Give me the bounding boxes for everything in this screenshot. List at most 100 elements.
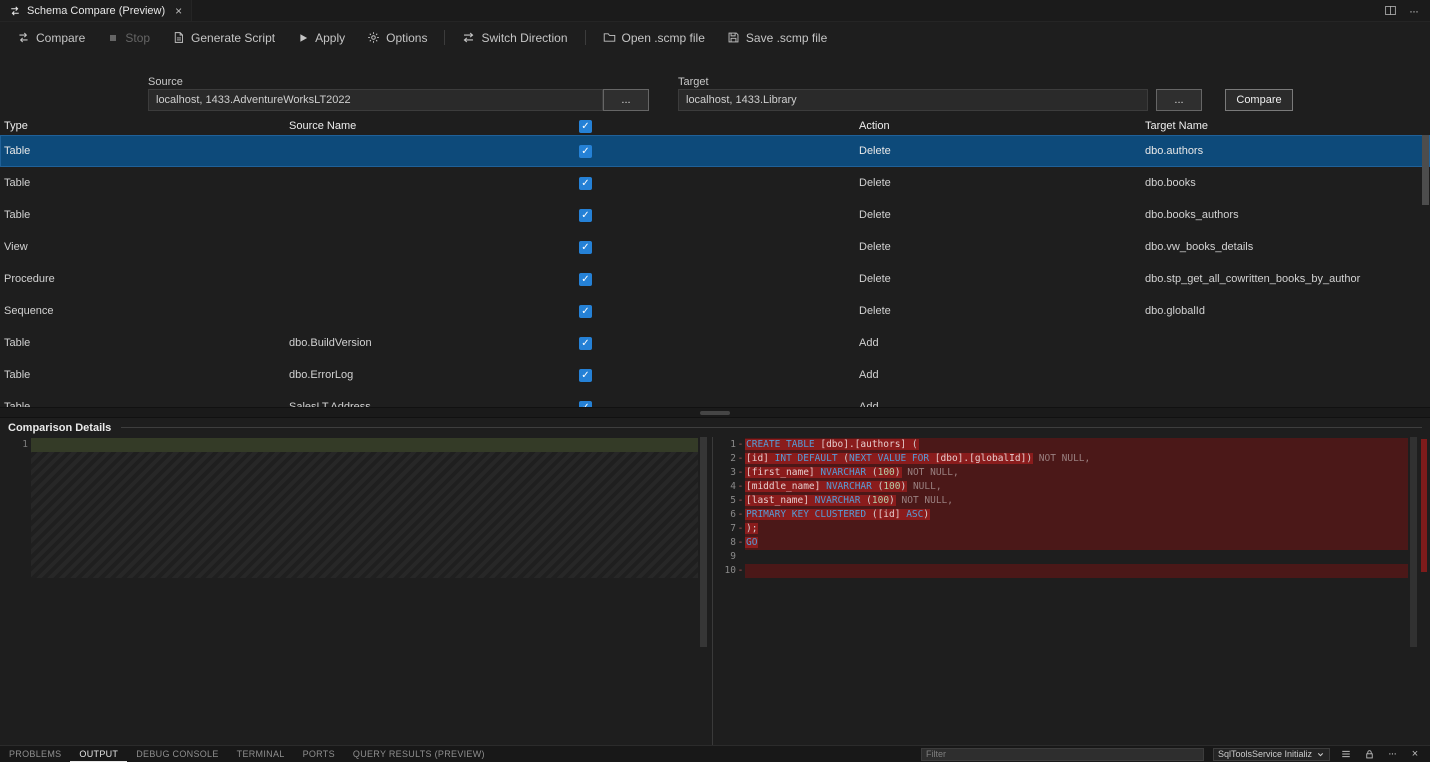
cell-include: ✓ (575, 337, 855, 350)
diff-right-line: 3-[first_name] NVARCHAR (100) NOT NULL, (716, 466, 1408, 480)
grid-scrollbar[interactable] (1422, 135, 1429, 205)
include-checkbox[interactable]: ✓ (579, 209, 592, 222)
toolbar-button-apply[interactable]: Apply (286, 26, 356, 50)
views-icon[interactable] (1339, 747, 1353, 761)
diff-right-line: 1-CREATE TABLE [dbo].[authors] ( (716, 438, 1408, 452)
line-content: ); (745, 522, 1408, 536)
output-channel-label: SqlToolsService Initializ (1218, 749, 1312, 759)
toolbar-button-label: Save .scmp file (746, 31, 827, 45)
panel-tab-terminal[interactable]: TERMINAL (228, 746, 294, 762)
line-content: CREATE TABLE [dbo].[authors] ( (745, 438, 1408, 452)
diff-right-scrollbar[interactable] (1410, 437, 1417, 647)
diff-removed-marker: - (736, 508, 745, 522)
tab-schema-compare[interactable]: Schema Compare (Preview) × (0, 0, 192, 21)
lock-auto-scroll-icon[interactable] (1362, 747, 1376, 761)
table-row[interactable]: TableSalesLT.Address✓Add (0, 391, 1430, 407)
include-checkbox[interactable]: ✓ (579, 145, 592, 158)
cell-target-name: dbo.stp_get_all_cowritten_books_by_autho… (1141, 273, 1430, 285)
diff-removed-marker: - (736, 564, 745, 578)
include-checkbox[interactable]: ✓ (579, 369, 592, 382)
cell-target-name: dbo.authors (1141, 145, 1430, 157)
source-browse-button[interactable]: ... (603, 89, 649, 111)
cell-action: Add (855, 337, 1141, 349)
toolbar-button-generate-script[interactable]: Generate Script (161, 26, 286, 50)
toolbar-button-label: Stop (125, 31, 150, 45)
table-row[interactable]: Table✓Deletedbo.books_authors (0, 199, 1430, 231)
column-header-action[interactable]: Action (855, 120, 1141, 132)
editor-actions: ··· (1384, 0, 1430, 21)
cell-action: Delete (855, 305, 1141, 317)
include-checkbox[interactable]: ✓ (579, 337, 592, 350)
diff-right-pane: 1-CREATE TABLE [dbo].[authors] (2-[id] I… (716, 438, 1408, 745)
include-checkbox[interactable]: ✓ (579, 273, 592, 286)
comparison-details-section: Comparison Details 1 1-CREATE TABLE [dbo… (0, 418, 1430, 745)
toolbar: Compare Stop Generate ScriptApplyOptions Sw… (0, 22, 1430, 53)
cell-type: Table (0, 145, 285, 157)
diff-removed-marker: - (736, 494, 745, 508)
table-row[interactable]: Sequence✓Deletedbo.globalId (0, 295, 1430, 327)
diff-removed-marker: - (736, 466, 745, 480)
column-header-source-name[interactable]: Source Name (285, 120, 575, 132)
panel-tab-ports[interactable]: PORTS (294, 746, 344, 762)
table-row[interactable]: Table✓Deletedbo.books (0, 167, 1430, 199)
grid-header: Type Source Name ✓ Action Target Name (0, 117, 1430, 135)
close-panel-icon[interactable]: × (1408, 747, 1422, 761)
include-checkbox[interactable]: ✓ (579, 241, 592, 254)
compare-button[interactable]: Compare (1225, 89, 1293, 111)
toolbar-button-label: Switch Direction (481, 31, 567, 45)
toolbar-button-compare[interactable]: Compare (6, 26, 96, 50)
header-rule (121, 427, 1422, 428)
cell-include: ✓ (575, 305, 855, 318)
line-number: 8 (716, 536, 736, 550)
splitter-sash[interactable] (0, 407, 1430, 418)
line-number: 9 (716, 550, 736, 564)
select-all-checkbox[interactable]: ✓ (579, 120, 592, 133)
bottom-panel-bar: PROBLEMSOUTPUTDEBUG CONSOLETERMINALPORTS… (0, 745, 1430, 762)
diff-removed-marker: - (736, 480, 745, 494)
diff-left-scrollbar[interactable] (700, 437, 707, 647)
close-tab-icon[interactable]: × (175, 4, 182, 18)
cell-action: Delete (855, 177, 1141, 189)
column-header-type[interactable]: Type (0, 120, 285, 132)
editor-tab-bar: Schema Compare (Preview) × ··· (0, 0, 1430, 22)
splitter-grip[interactable] (700, 411, 730, 415)
toolbar-button-options[interactable]: Options (356, 26, 438, 50)
target-input[interactable] (678, 89, 1148, 111)
cell-include: ✓ (575, 369, 855, 382)
toolbar-button-switch-direction[interactable]: Switch Direction (451, 26, 578, 50)
options-icon (367, 31, 380, 44)
toolbar-button-open-scmp-file[interactable]: Open .scmp file (592, 26, 716, 50)
cell-action: Delete (855, 273, 1141, 285)
panel-tab-problems[interactable]: PROBLEMS (0, 746, 70, 762)
table-row[interactable]: Tabledbo.ErrorLog✓Add (0, 359, 1430, 391)
line-number: 3 (716, 466, 736, 480)
panel-tab-output[interactable]: OUTPUT (70, 746, 127, 762)
table-row[interactable]: Table✓Deletedbo.authors (0, 135, 1430, 167)
line-number: 6 (716, 508, 736, 522)
cell-action: Delete (855, 241, 1141, 253)
cell-action: Add (855, 369, 1141, 381)
include-checkbox[interactable]: ✓ (579, 177, 592, 190)
table-row[interactable]: Tabledbo.BuildVersion✓Add (0, 327, 1430, 359)
column-header-target-name[interactable]: Target Name (1141, 120, 1430, 132)
diff-pane-divider (712, 437, 713, 745)
column-header-include: ✓ (575, 120, 855, 133)
diff-right-line: 8-GO (716, 536, 1408, 550)
table-row[interactable]: Procedure✓Deletedbo.stp_get_all_cowritte… (0, 263, 1430, 295)
panel-tab-query-results-preview[interactable]: QUERY RESULTS (PREVIEW) (344, 746, 494, 762)
target-browse-button[interactable]: ... (1156, 89, 1202, 111)
panel-tab-debug-console[interactable]: DEBUG CONSOLE (127, 746, 227, 762)
diff-right-line: 10- (716, 564, 1408, 578)
table-row[interactable]: View✓Deletedbo.vw_books_details (0, 231, 1430, 263)
output-channel-select[interactable]: SqlToolsService Initializ (1213, 748, 1330, 761)
source-input[interactable] (148, 89, 603, 111)
include-checkbox[interactable]: ✓ (579, 305, 592, 318)
diff-right-line: 9 (716, 550, 1408, 564)
more-actions-icon[interactable]: ··· (1385, 747, 1399, 761)
output-filter-input[interactable] (921, 748, 1204, 761)
toolbar-separator (585, 30, 586, 45)
line-number: 10 (716, 564, 736, 578)
split-editor-icon[interactable] (1384, 4, 1397, 17)
toolbar-button-save-scmp-file[interactable]: Save .scmp file (716, 26, 838, 50)
cell-source-name: dbo.ErrorLog (285, 369, 575, 381)
